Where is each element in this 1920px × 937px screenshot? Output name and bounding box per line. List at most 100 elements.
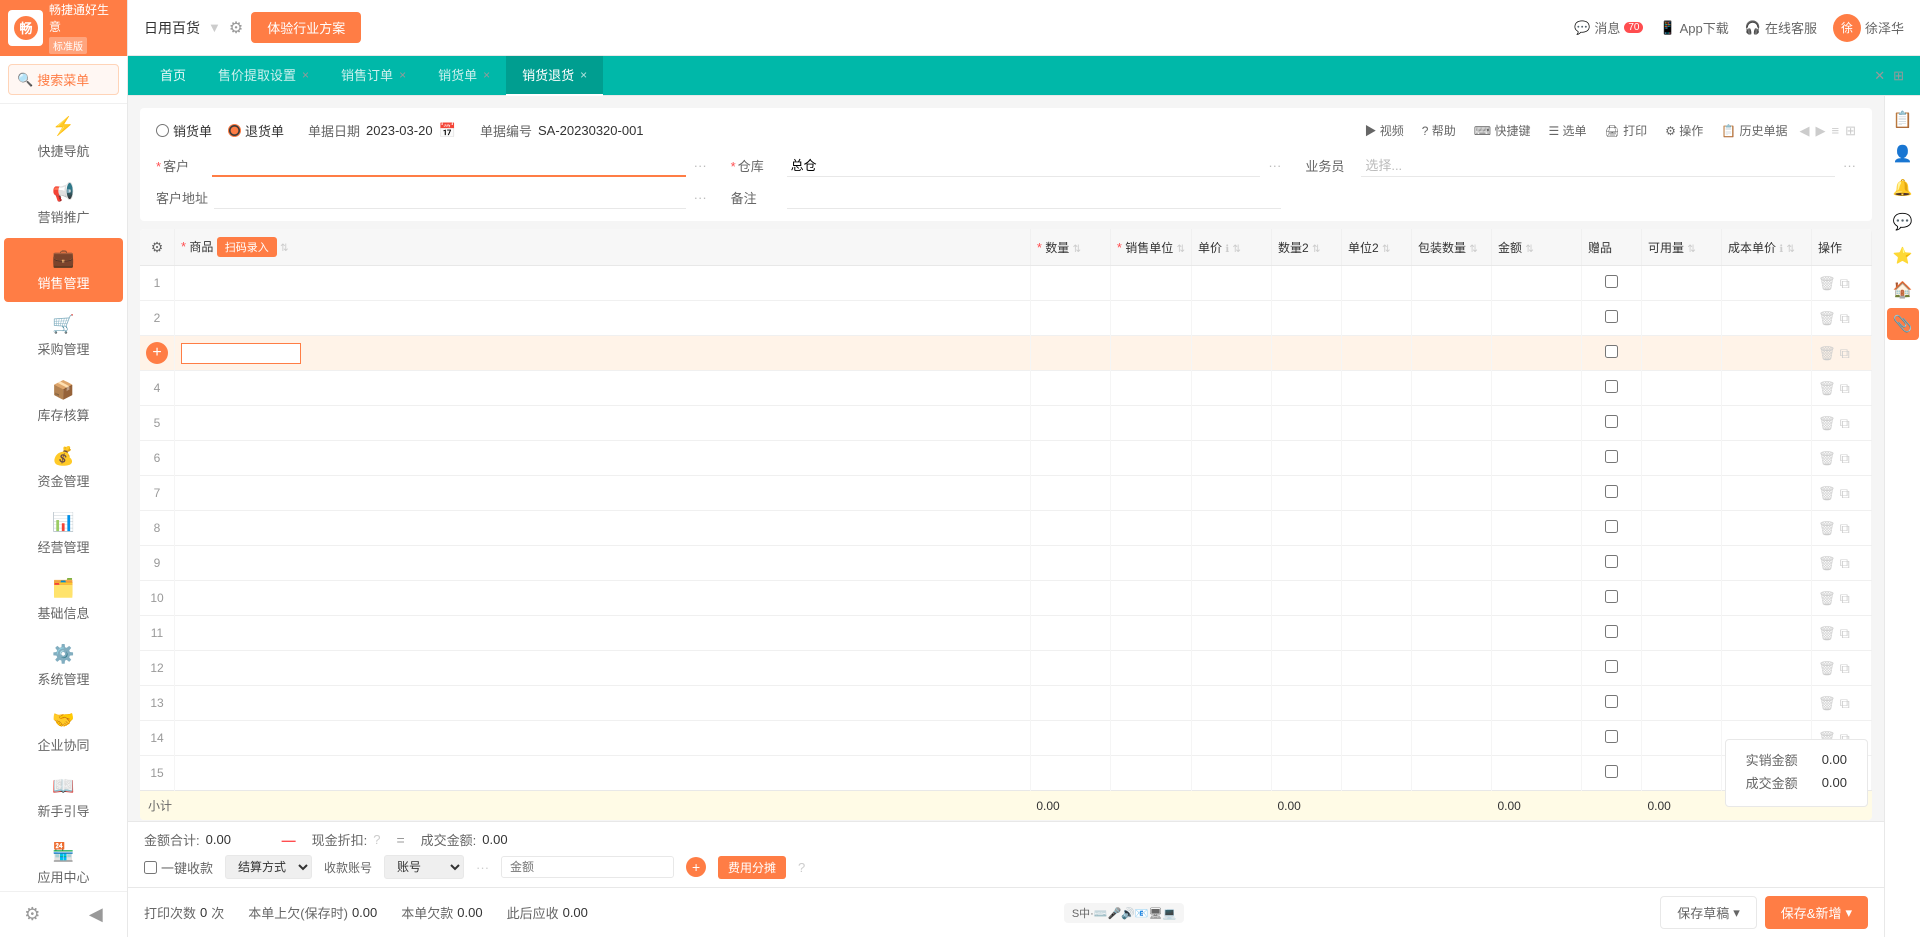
toolbar-video[interactable]: ▶ 视频 [1358, 120, 1409, 141]
nav-dropdown-icon[interactable]: ▼ [208, 20, 221, 35]
topbar-settings-icon[interactable]: ⚙ [229, 18, 243, 38]
cost-sort-icon[interactable]: ⇅ [1787, 244, 1795, 255]
warehouse-dots[interactable]: ··· [1268, 158, 1281, 173]
sidebar-bottom-settings[interactable]: ⚙ [20, 900, 44, 929]
date-value[interactable]: 2023-03-20 [366, 123, 433, 138]
row-qty2-2[interactable] [1272, 301, 1342, 336]
toolbar-select[interactable]: ☰ 选单 [1542, 120, 1592, 141]
add-row-button[interactable]: + [146, 342, 168, 364]
user-item[interactable]: 徐 徐泽华 [1833, 14, 1904, 42]
save-draft-dropdown-icon[interactable]: ▾ [1733, 905, 1740, 921]
delete-row-13[interactable]: 🗑 [1818, 695, 1836, 712]
unit-sort-icon[interactable]: ⇅ [1177, 244, 1185, 255]
toolbar-ops[interactable]: ⚙ 操作 [1659, 120, 1709, 141]
copy-row-5[interactable]: ⧉ [1840, 415, 1850, 432]
rs-icon-1[interactable]: 📋 [1887, 104, 1919, 136]
delete-row-12[interactable]: 🗑 [1818, 660, 1836, 677]
toolbar-help[interactable]: ? 帮助 [1416, 120, 1462, 141]
staff-dots[interactable]: ··· [1843, 158, 1856, 173]
customer-input[interactable] [212, 153, 686, 177]
sidebar-bottom-collapse[interactable]: ◀ [85, 900, 107, 929]
row-unit2-3[interactable] [1342, 336, 1412, 371]
row-cost-1[interactable] [1722, 266, 1812, 301]
sidebar-search[interactable]: 🔍 搜索菜单 [0, 56, 127, 104]
close-tab-icon[interactable]: ✕ [1874, 68, 1885, 84]
delete-row-9[interactable]: 🗑 [1818, 555, 1836, 572]
tab-sales-order[interactable]: 销售订单 × [325, 56, 422, 96]
rs-icon-2[interactable]: 👤 [1887, 138, 1919, 170]
next-record-icon[interactable]: ▶ [1816, 123, 1826, 139]
view-grid-icon[interactable]: ⊞ [1845, 123, 1856, 139]
tab-price-settings[interactable]: 售价提取设置 × [202, 56, 325, 96]
product-sort-icon[interactable]: ⇅ [280, 243, 288, 254]
radio-sales[interactable]: 销货单 [156, 121, 212, 140]
delete-row-6[interactable]: 🗑 [1818, 450, 1836, 467]
row-cost-3[interactable] [1722, 336, 1812, 371]
copy-row-3[interactable]: ⧉ [1840, 345, 1850, 362]
qty-sort-icon[interactable]: ⇅ [1073, 244, 1081, 255]
product-input-3[interactable] [181, 343, 301, 364]
view-list-icon[interactable]: ≡ [1832, 123, 1840, 138]
account-method-select[interactable]: 结算方式 [225, 855, 312, 879]
row-price-2[interactable] [1192, 301, 1272, 336]
delete-row-1[interactable]: 🗑 [1818, 275, 1836, 292]
rs-icon-3[interactable]: 🔔 [1887, 172, 1919, 204]
sidebar-item-cooperation[interactable]: 🤝 企业协同 [4, 700, 123, 764]
tab-close-sales-order[interactable]: × [399, 68, 406, 82]
search-menu-button[interactable]: 🔍 搜索菜单 [8, 64, 119, 95]
remark-input[interactable] [787, 185, 1282, 209]
calendar-icon[interactable]: 📅 [439, 122, 456, 139]
staff-input[interactable]: 选择... [1361, 153, 1835, 177]
account-number-select[interactable]: 账号 [384, 855, 464, 879]
address-dots[interactable]: ··· [694, 190, 707, 205]
amount-input[interactable] [501, 856, 674, 878]
delete-row-10[interactable]: 🗑 [1818, 590, 1836, 607]
qty2-sort-icon[interactable]: ⇅ [1312, 244, 1320, 255]
sidebar-item-system[interactable]: ⚙️ 系统管理 [4, 634, 123, 698]
rs-icon-6[interactable]: 🏠 [1887, 274, 1919, 306]
trial-button[interactable]: 体验行业方案 [251, 12, 361, 43]
app-download-item[interactable]: 📱 App下载 [1659, 18, 1728, 37]
radio-return-input[interactable] [228, 124, 241, 137]
expand-icon[interactable]: ⊞ [1893, 68, 1904, 84]
sidebar-item-basics[interactable]: 🗂️ 基础信息 [4, 568, 123, 632]
pkg-sort-icon[interactable]: ⇅ [1469, 244, 1477, 255]
sidebar-item-shortcuts[interactable]: ⚡ 快捷导航 [4, 106, 123, 170]
row-qty-2[interactable] [1030, 301, 1110, 336]
notification-item[interactable]: 💬 消息 70 [1574, 18, 1643, 37]
delete-row-7[interactable]: 🗑 [1818, 485, 1836, 502]
sidebar-item-guide[interactable]: 📖 新手引导 [4, 766, 123, 830]
sidebar-item-operations[interactable]: 📊 经营管理 [4, 502, 123, 566]
copy-row-10[interactable]: ⧉ [1840, 590, 1850, 607]
row-pkg-3[interactable] [1412, 336, 1492, 371]
toolbar-history[interactable]: 📋 历史单据 [1715, 120, 1793, 141]
customer-dots[interactable]: ··· [694, 158, 707, 173]
amount-sort-icon[interactable]: ⇅ [1525, 244, 1533, 255]
copy-row-2[interactable]: ⧉ [1840, 310, 1850, 327]
cost-info-icon[interactable]: ℹ [1779, 244, 1783, 255]
row-amount-3[interactable] [1492, 336, 1582, 371]
prev-record-icon[interactable]: ◀ [1800, 123, 1810, 139]
delete-row-3[interactable]: 🗑 [1818, 345, 1836, 362]
delete-row-2[interactable]: 🗑 [1818, 310, 1836, 327]
row-gift-3[interactable] [1582, 336, 1642, 371]
copy-row-7[interactable]: ⧉ [1840, 485, 1850, 502]
row-cost-2[interactable] [1722, 301, 1812, 336]
row-unit-3[interactable] [1110, 336, 1191, 371]
price-info-icon[interactable]: ℹ [1225, 244, 1229, 255]
toolbar-shortcuts[interactable]: ⌨ 快捷键 [1468, 120, 1537, 141]
delete-row-11[interactable]: 🗑 [1818, 625, 1836, 642]
row-product-1[interactable] [175, 266, 1031, 301]
save-new-dropdown-icon[interactable]: ▾ [1845, 905, 1852, 921]
row-unit2-1[interactable] [1342, 266, 1412, 301]
row-avail-2[interactable] [1642, 301, 1722, 336]
rs-icon-7[interactable]: 📎 [1887, 308, 1919, 340]
copy-row-13[interactable]: ⧉ [1840, 695, 1850, 712]
copy-row-4[interactable]: ⧉ [1840, 380, 1850, 397]
row-pkg-2[interactable] [1412, 301, 1492, 336]
add-fee-button[interactable]: + [686, 857, 706, 877]
copy-row-9[interactable]: ⧉ [1840, 555, 1850, 572]
copy-row-6[interactable]: ⧉ [1840, 450, 1850, 467]
save-draft-button[interactable]: 保存草稿 ▾ [1660, 896, 1757, 929]
row-qty2-1[interactable] [1272, 266, 1342, 301]
